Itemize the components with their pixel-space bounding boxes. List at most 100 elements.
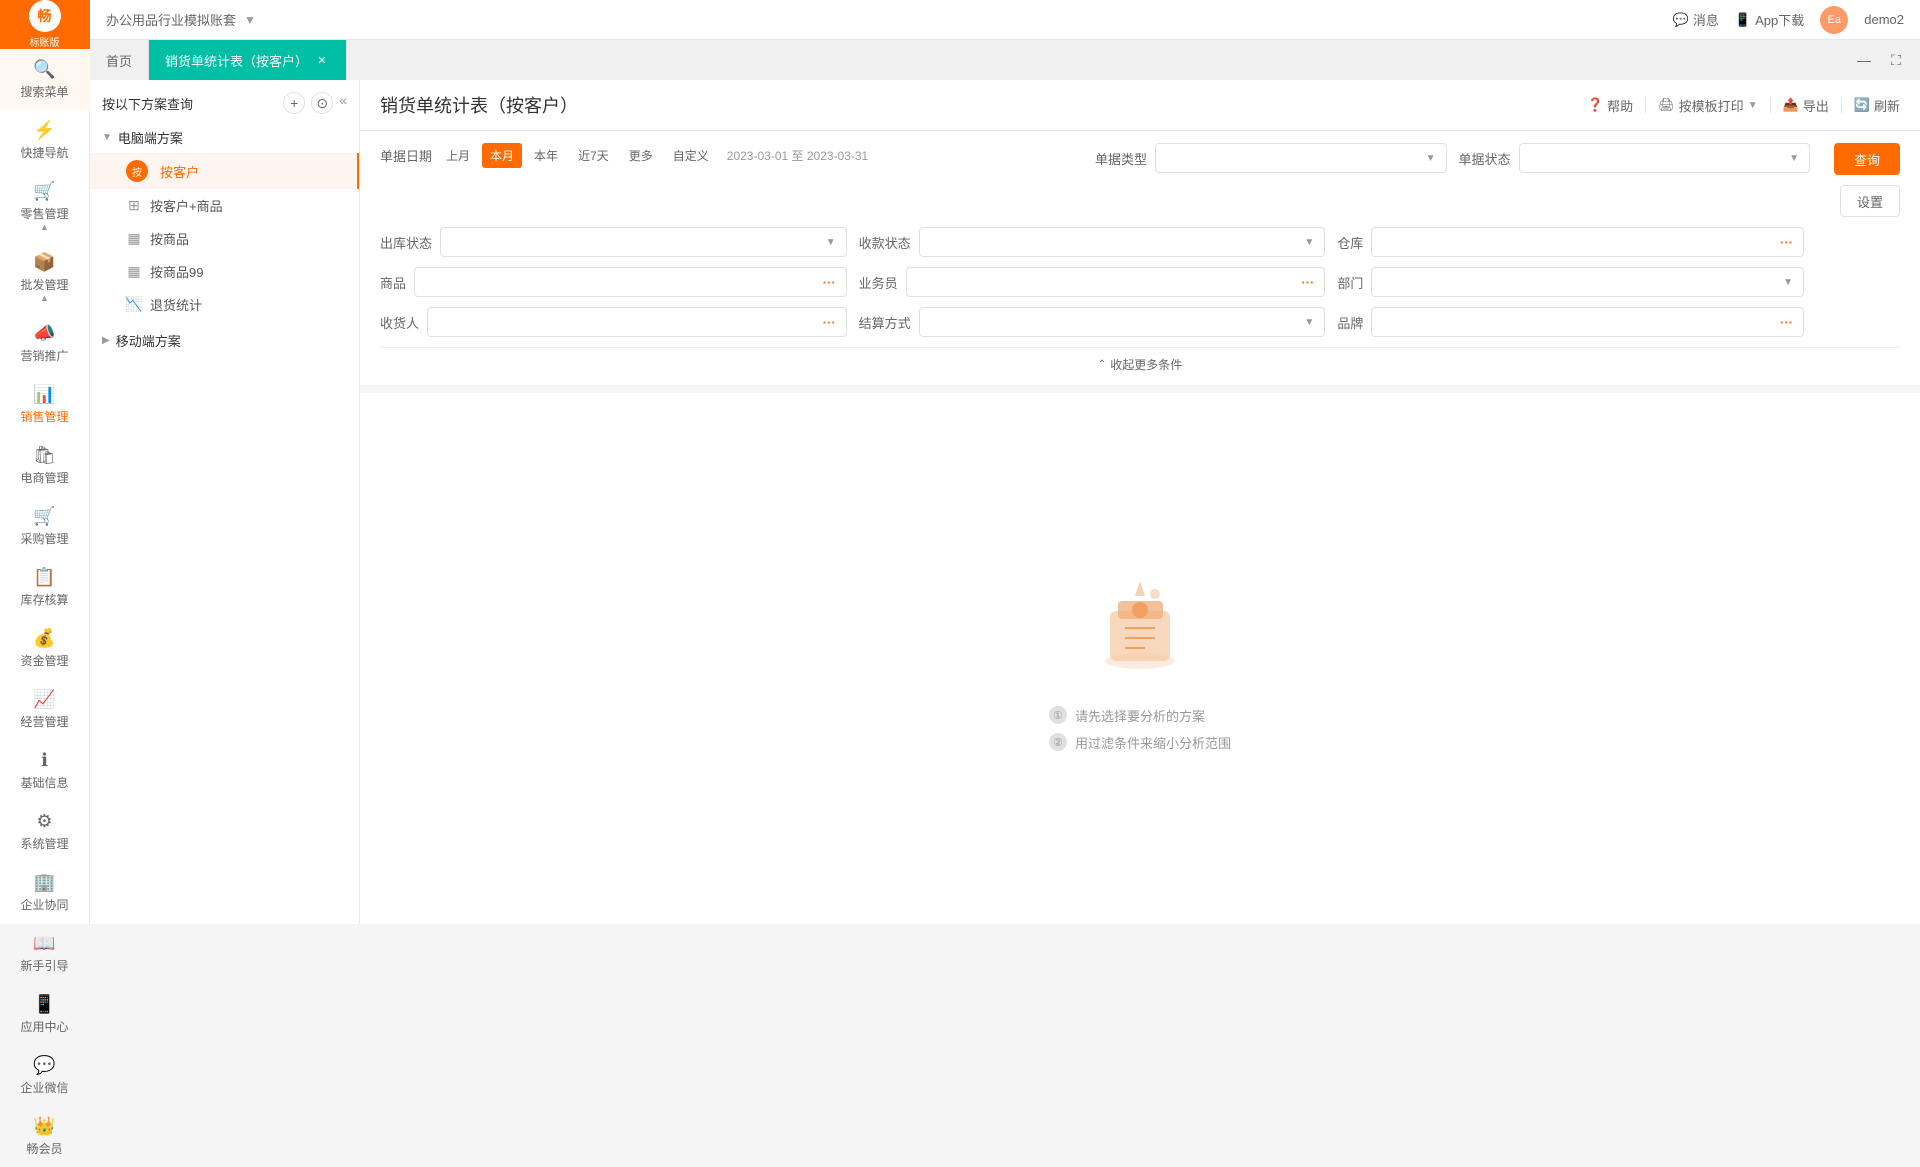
recipient-control[interactable]: ··· [427,307,847,337]
sidebar-item-system[interactable]: ⚙ 系统管理 [0,801,90,862]
sidebar-item-purchase[interactable]: 🛒 采购管理 [0,496,90,557]
goods-dots-icon[interactable]: ··· [823,275,836,290]
tab-close-icon[interactable]: ✕ [314,52,330,68]
sidebar-item-retail[interactable]: 🛒 零售管理 ▲ [0,171,90,242]
refresh-button[interactable]: 🔄 刷新 [1854,96,1900,115]
bill-type-arrow-icon: ▼ [1426,153,1436,164]
export-button[interactable]: 📤 导出 [1783,96,1829,115]
bill-type-filter: 单据类型 ▼ [1095,143,1447,173]
add-scheme-button[interactable]: + [283,92,305,114]
hint-text-2: 用过滤条件来缩小分析范围 [1075,733,1231,752]
date-tab-this-month[interactable]: 本月 [482,143,522,168]
active-scheme-icon: 按 [126,160,148,182]
help-button[interactable]: ❓ 帮助 [1587,96,1633,115]
filter-row-4: 收货人 ··· 结算方式 ▼ 品牌 [380,307,1900,337]
goods-control[interactable]: ··· [414,267,847,297]
app-center-icon: 📱 [33,994,55,1015]
date-tab-last-7days[interactable]: 近7天 [570,143,617,168]
hint-text-1: 请先选择要分析的方案 [1075,706,1205,725]
settings-button[interactable]: 设置 [1840,185,1900,217]
sidebar-item-finance[interactable]: 💰 资金管理 [0,618,90,679]
scheme-item-icon: ▦ [126,264,142,280]
empty-state: ① 请先选择要分析的方案 ② 用过滤条件来缩小分析范围 [360,393,1920,924]
sidebar-item-label: 畅会员 [26,1140,62,1157]
salesperson-filter: 业务员 ··· [859,267,1326,297]
filter-row-2: 出库状态 ▼ 收款状态 ▼ 仓库 [380,227,1900,257]
collect-status-control[interactable]: ▼ [919,227,1326,257]
sidebar-item-inventory[interactable]: 📋 库存核算 [0,557,90,618]
avatar[interactable]: Ea [1820,6,1848,34]
app-download-button[interactable]: 📱 App下载 [1735,10,1804,29]
salesperson-dots-icon[interactable]: ··· [1301,275,1314,290]
sidebar-item-search-menu[interactable]: 🔍 搜索菜单 [0,49,90,110]
bill-status-control[interactable]: ▼ [1519,143,1810,173]
scheme-item-by-goods-99[interactable]: ▦ 按商品99 [90,255,359,288]
sidebar-item-new-guide[interactable]: 📖 新手引导 [0,923,90,984]
quick-nav-icon: ⚡ [33,120,55,141]
scheme-item-by-customer-goods[interactable]: ⊞ 按客户+商品 [90,189,359,222]
brand-control[interactable]: ··· [1371,307,1804,337]
sidebar-item-operation[interactable]: 📈 经营管理 [0,679,90,740]
date-tab-last-month[interactable]: 上月 [438,143,478,168]
warehouse-dots-icon[interactable]: ··· [1780,235,1793,250]
main-area: 办公用品行业模拟账套 ▼ 💬 消息 📱 App下载 Ea demo2 首页 销货… [90,0,1920,924]
sidebar-item-sales[interactable]: 📊 销售管理 [0,374,90,435]
sidebar-item-basic[interactable]: ℹ 基础信息 [0,740,90,801]
app-download-icon: 📱 [1735,12,1751,28]
date-tab-this-year[interactable]: 本年 [526,143,566,168]
sidebar-item-ecom[interactable]: 🛍 电商管理 [0,435,90,496]
right-panel: 销货单统计表（按客户） ❓ 帮助 🖨 按模板打印 ▼ 📤 [360,80,1920,924]
collapse-more-button[interactable]: ⌃ 收起更多条件 [380,347,1900,381]
query-button[interactable]: 查询 [1834,143,1900,175]
scheme-section-desktop-header[interactable]: ▼ 电脑端方案 [90,122,359,153]
filter-section: 单据日期 上月 本月 本年 近7天 更多 自定义 2023-03-01 至 20… [360,131,1920,385]
tab-sales-stat-label: 销货单统计表（按客户） [165,51,308,70]
basic-icon: ℹ [41,750,48,771]
bill-type-control[interactable]: ▼ [1155,143,1446,173]
warehouse-control[interactable]: ··· [1371,227,1804,257]
print-button[interactable]: 🖨 按模板打印 ▼ [1658,96,1757,115]
sidebar-item-quick-nav[interactable]: ⚡ 快捷导航 [0,110,90,171]
scheme-item-return-stat[interactable]: 📉 退货统计 [90,288,359,321]
sidebar-item-label: 营销推广 [20,347,68,364]
brand-dots-icon[interactable]: ··· [1780,315,1793,330]
out-status-control[interactable]: ▼ [440,227,847,257]
sidebar-item-vip[interactable]: 👑 畅会员 [0,1106,90,1167]
department-arrow-icon: ▼ [1783,277,1793,288]
recipient-dots-icon[interactable]: ··· [823,315,836,330]
sidebar-item-enterprise-wechat[interactable]: 💬 企业微信 [0,1045,90,1106]
sidebar-item-app-center[interactable]: 📱 应用中心 [0,984,90,1045]
maximize-icon: ⛶ [1891,52,1901,69]
username-label[interactable]: demo2 [1864,12,1904,27]
logo-char: 畅 [38,6,52,26]
content-area: 按以下方案查询 + ⊙ « ▼ 电脑端方案 按 按客户 [90,80,1920,924]
sidebar-item-wholesale[interactable]: 📦 批发管理 ▲ [0,242,90,313]
bill-status-arrow-icon: ▼ [1789,153,1799,164]
left-panel-title: 按以下方案查询 [102,94,193,113]
brand-filter: 品牌 ··· [1337,307,1804,337]
settlement-control[interactable]: ▼ [919,307,1326,337]
settings-scheme-button[interactable]: ⊙ [311,92,333,114]
scheme-item-by-customer[interactable]: 按 按客户 [90,153,359,189]
sidebar-item-marketing[interactable]: 📣 营销推广 [0,313,90,374]
sidebar-item-label: 搜索菜单 [20,83,68,100]
scheme-item-by-goods[interactable]: ▦ 按商品 [90,222,359,255]
date-tab-more[interactable]: 更多 [621,143,661,168]
tab-home[interactable]: 首页 [90,40,149,80]
topbar-dropdown-icon[interactable]: ▼ [244,13,256,27]
collapse-more-label: 收起更多条件 [1110,356,1182,373]
message-label: 消息 [1693,10,1719,29]
scheme-section-mobile-header[interactable]: ▶ 移动端方案 [90,325,359,356]
purchase-icon: 🛒 [33,506,55,527]
collapse-panel-button[interactable]: « [339,92,347,114]
salesperson-control[interactable]: ··· [906,267,1326,297]
tab-sales-stat[interactable]: 销货单统计表（按客户） ✕ [149,40,347,80]
maximize-window-button[interactable]: ⛶ [1884,48,1908,72]
department-control[interactable]: ▼ [1371,267,1804,297]
topbar-right: 💬 消息 📱 App下载 Ea demo2 [1673,6,1904,34]
sidebar-item-enterprise[interactable]: 🏢 企业协同 [0,862,90,923]
date-tab-custom[interactable]: 自定义 [665,143,717,168]
minimize-window-button[interactable]: — [1852,48,1876,72]
section-expand-icon: ▼ [102,132,112,143]
message-button[interactable]: 💬 消息 [1673,10,1719,29]
